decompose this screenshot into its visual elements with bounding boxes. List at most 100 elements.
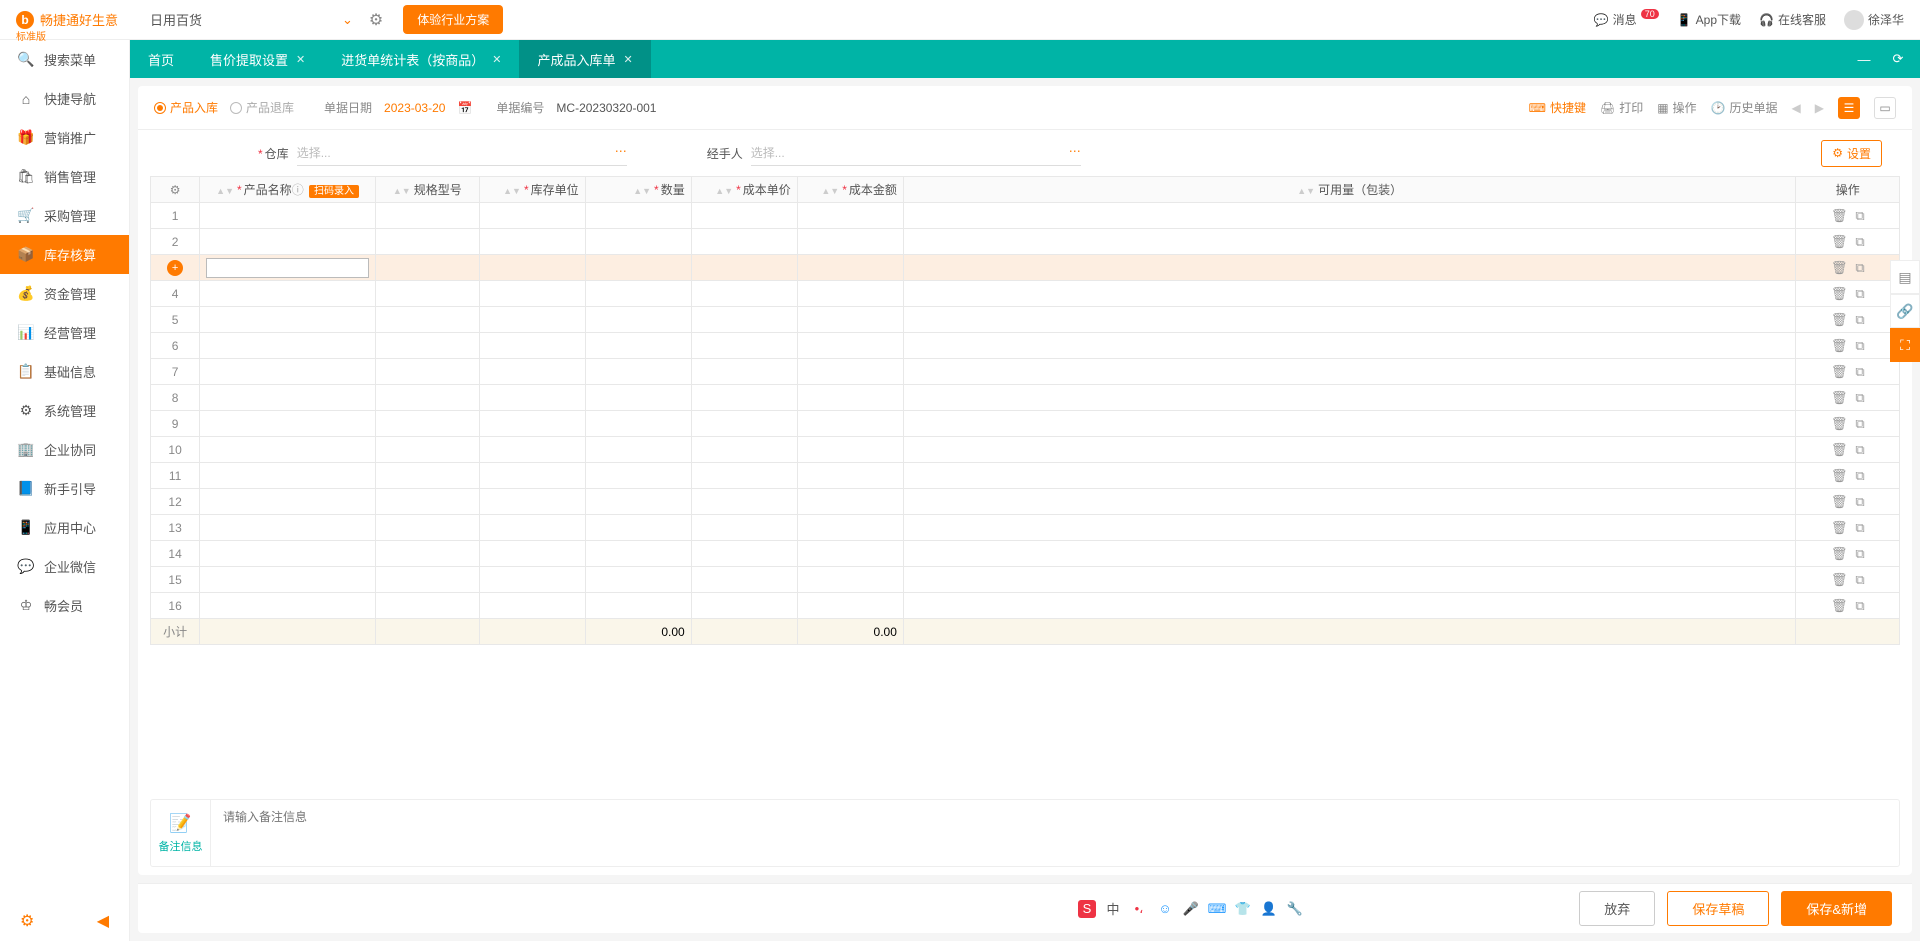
sidebar-item-5[interactable]: 📦库存核算 xyxy=(0,235,129,274)
warehouse-select[interactable]: 选择... ⋯ xyxy=(297,140,627,166)
sidebar-item-2[interactable]: 🎁营销推广 xyxy=(0,118,129,157)
name-input[interactable] xyxy=(206,258,369,278)
delete-row-icon[interactable]: 🗑 xyxy=(1831,442,1848,457)
right-tool-1[interactable]: ▤ xyxy=(1890,260,1920,294)
gear-icon[interactable]: ⚙ xyxy=(369,10,383,30)
ime-tool-icon[interactable]: 🔧 xyxy=(1286,900,1304,918)
table-row[interactable]: 13🗑⧉ xyxy=(151,515,1900,541)
sidebar-item-1[interactable]: ⌂快捷导航 xyxy=(0,79,129,118)
table-row[interactable]: 11🗑⧉ xyxy=(151,463,1900,489)
col-header-config[interactable]: ⚙ xyxy=(151,177,200,203)
tab-1[interactable]: 售价提取设置✕ xyxy=(192,40,323,78)
refresh-tab-icon[interactable]: ⟳ xyxy=(1886,47,1910,71)
sidebar-item-0[interactable]: 🔍搜索菜单 xyxy=(0,40,129,79)
delete-row-icon[interactable]: 🗑 xyxy=(1831,390,1848,405)
close-icon[interactable]: ✕ xyxy=(492,53,501,66)
delete-row-icon[interactable]: 🗑 xyxy=(1831,520,1848,535)
table-row[interactable]: 1🗑⧉ xyxy=(151,203,1900,229)
table-row[interactable]: 12🗑⧉ xyxy=(151,489,1900,515)
table-row[interactable]: 16🗑⧉ xyxy=(151,593,1900,619)
print-link[interactable]: 🖨打印 xyxy=(1600,99,1643,116)
view-form-button[interactable]: ▭ xyxy=(1874,97,1896,119)
table-row[interactable]: 14🗑⧉ xyxy=(151,541,1900,567)
nav-next-icon[interactable]: ▶ xyxy=(1815,101,1824,115)
copy-row-icon[interactable]: ⧉ xyxy=(1855,286,1864,301)
date-value[interactable]: 2023-03-20 xyxy=(384,101,445,115)
category-select[interactable]: 日用百货 ⌄ xyxy=(150,10,353,29)
ime-dot-icon[interactable]: •، xyxy=(1130,900,1148,918)
radio-product-out[interactable]: 产品退库 xyxy=(230,99,294,116)
sidebar-item-3[interactable]: 🛍销售管理 xyxy=(0,157,129,196)
delete-row-icon[interactable]: 🗑 xyxy=(1831,364,1848,379)
col-header-qty[interactable]: ▲▼*数量 xyxy=(585,177,691,203)
operate-link[interactable]: ▦操作 xyxy=(1657,99,1696,116)
tab-2[interactable]: 进货单统计表（按商品）✕ xyxy=(323,40,519,78)
table-row[interactable]: 10🗑⧉ xyxy=(151,437,1900,463)
sidebar-item-10[interactable]: 🏢企业协同 xyxy=(0,430,129,469)
copy-row-icon[interactable]: ⧉ xyxy=(1855,598,1864,613)
right-tool-2[interactable]: 🔗 xyxy=(1890,294,1920,328)
remark-tab[interactable]: 📝 备注信息 xyxy=(151,800,211,866)
handler-select[interactable]: 选择... ⋯ xyxy=(751,140,1081,166)
view-list-button[interactable]: ☰ xyxy=(1838,97,1860,119)
copy-row-icon[interactable]: ⧉ xyxy=(1855,364,1864,379)
sidebar-collapse-icon[interactable]: ◀ xyxy=(97,911,109,931)
delete-row-icon[interactable]: 🗑 xyxy=(1831,494,1848,509)
delete-row-icon[interactable]: 🗑 xyxy=(1831,546,1848,561)
ime-keyboard-icon[interactable]: ⌨ xyxy=(1208,900,1226,918)
save-draft-button[interactable]: 保存草稿 xyxy=(1667,891,1769,926)
settings-button[interactable]: ⚙ 设置 xyxy=(1821,140,1882,167)
nav-prev-icon[interactable]: ◀ xyxy=(1792,101,1801,115)
sidebar-item-13[interactable]: 💬企业微信 xyxy=(0,547,129,586)
copy-row-icon[interactable]: ⧉ xyxy=(1855,572,1864,587)
scan-badge[interactable]: 扫码录入 xyxy=(309,185,359,198)
delete-row-icon[interactable]: 🗑 xyxy=(1831,468,1848,483)
ime-smile-icon[interactable]: ☺ xyxy=(1156,900,1174,918)
ime-lang[interactable]: 中 xyxy=(1104,900,1122,918)
copy-row-icon[interactable]: ⧉ xyxy=(1855,338,1864,353)
minimize-tab-icon[interactable]: — xyxy=(1852,47,1876,71)
copy-row-icon[interactable]: ⧉ xyxy=(1855,494,1864,509)
shortcut-link[interactable]: ⌨快捷键 xyxy=(1529,99,1586,116)
copy-row-icon[interactable]: ⧉ xyxy=(1855,520,1864,535)
col-header-model[interactable]: ▲▼规格型号 xyxy=(376,177,479,203)
delete-row-icon[interactable]: 🗑 xyxy=(1831,286,1848,301)
table-row[interactable]: +🗑⧉ xyxy=(151,255,1900,281)
sidebar-item-12[interactable]: 📱应用中心 xyxy=(0,508,129,547)
copy-row-icon[interactable]: ⧉ xyxy=(1855,442,1864,457)
experience-button[interactable]: 体验行业方案 xyxy=(403,5,503,34)
ime-user-icon[interactable]: 👤 xyxy=(1260,900,1278,918)
history-link[interactable]: 🕑历史单据 xyxy=(1711,99,1778,116)
delete-row-icon[interactable]: 🗑 xyxy=(1831,572,1848,587)
copy-row-icon[interactable]: ⧉ xyxy=(1855,546,1864,561)
logo[interactable]: b 畅捷通好生意 xyxy=(16,10,130,29)
sidebar-item-11[interactable]: 📘新手引导 xyxy=(0,469,129,508)
copy-row-icon[interactable]: ⧉ xyxy=(1855,208,1864,223)
calendar-icon[interactable]: 📅 xyxy=(457,101,472,115)
sidebar-item-4[interactable]: 🛒采购管理 xyxy=(0,196,129,235)
copy-row-icon[interactable]: ⧉ xyxy=(1855,260,1864,275)
table-row[interactable]: 7🗑⧉ xyxy=(151,359,1900,385)
copy-row-icon[interactable]: ⧉ xyxy=(1855,234,1864,249)
table-row[interactable]: 15🗑⧉ xyxy=(151,567,1900,593)
delete-row-icon[interactable]: 🗑 xyxy=(1831,338,1848,353)
sidebar-item-6[interactable]: 💰资金管理 xyxy=(0,274,129,313)
messages-link[interactable]: 💬 消息 70 xyxy=(1594,11,1659,28)
service-link[interactable]: 🎧 在线客服 xyxy=(1759,11,1826,28)
radio-product-in[interactable]: 产品入库 xyxy=(154,99,218,116)
table-row[interactable]: 8🗑⧉ xyxy=(151,385,1900,411)
delete-row-icon[interactable]: 🗑 xyxy=(1831,416,1848,431)
col-header-available[interactable]: ▲▼可用量（包装） xyxy=(903,177,1796,203)
tab-0[interactable]: 首页 xyxy=(130,40,192,78)
col-header-price[interactable]: ▲▼*成本单价 xyxy=(691,177,797,203)
close-icon[interactable]: ✕ xyxy=(296,53,305,66)
table-row[interactable]: 5🗑⧉ xyxy=(151,307,1900,333)
app-download-link[interactable]: 📱 App下载 xyxy=(1677,11,1741,28)
delete-row-icon[interactable]: 🗑 xyxy=(1831,598,1848,613)
delete-row-icon[interactable]: 🗑 xyxy=(1831,208,1848,223)
add-row-icon[interactable]: + xyxy=(167,260,183,276)
sidebar-item-8[interactable]: 📋基础信息 xyxy=(0,352,129,391)
sidebar-item-14[interactable]: ♔畅会员 xyxy=(0,586,129,625)
delete-row-icon[interactable]: 🗑 xyxy=(1831,234,1848,249)
tab-3[interactable]: 产成品入库单✕ xyxy=(519,40,650,78)
